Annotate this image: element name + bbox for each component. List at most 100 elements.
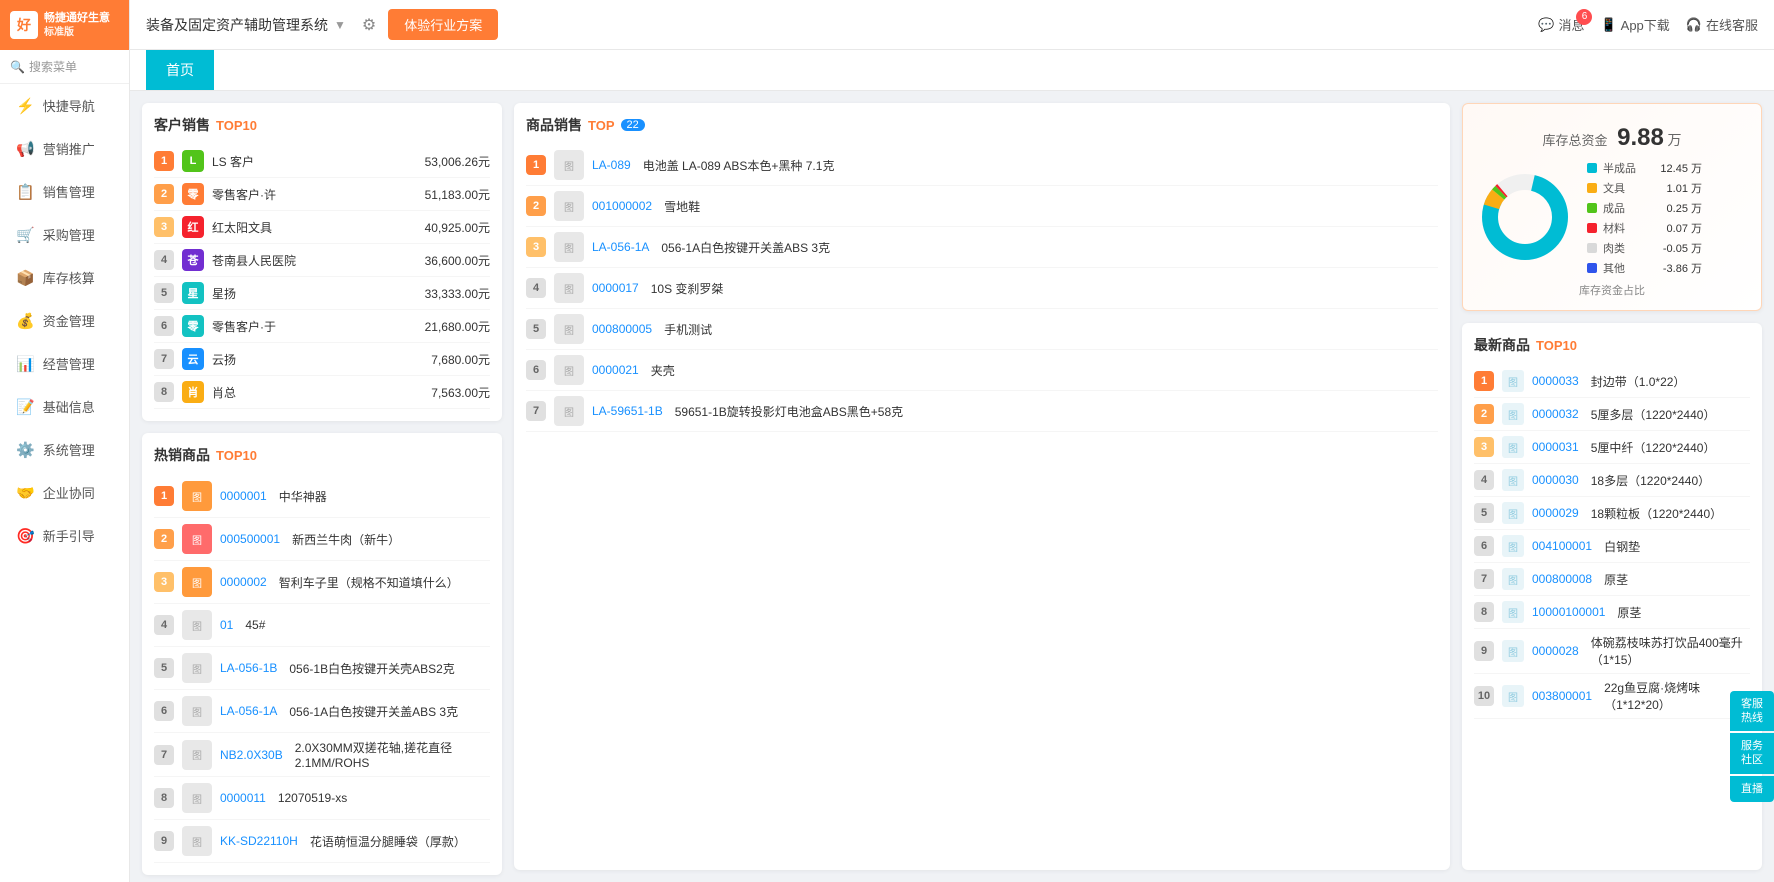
product-name: 智利车子里（规格不知道填什么） [279,574,490,591]
customer-amount: 21,680.00元 [425,318,490,335]
online-service-button[interactable]: 🎧 在线客服 [1686,15,1758,34]
page-tabs: 首页 [130,50,1774,91]
rank-badge: 3 [154,572,174,592]
rank-badge: 4 [526,278,546,298]
rank-badge: 1 [154,486,174,506]
sidebar-item-inventory[interactable]: 📦 库存核算 [0,256,129,299]
sidebar-item-basic-info[interactable]: 📝 基础信息 [0,385,129,428]
legend-item: 其他 -3.86 万 [1587,260,1702,276]
rank-badge: 8 [154,382,174,402]
hot-products-title: 热销商品 TOP10 [154,445,490,465]
logo-text: 畅捷通好生意 标准版 [44,11,110,38]
topbar-right: 💬 消息 6 📱 App下载 🎧 在线客服 [1538,15,1758,34]
settings-icon[interactable]: ⚙ [362,15,376,35]
list-item: 1 图 LA-089 电池盖 LA-089 ABS本色+黑种 7.1克 [526,145,1438,186]
list-item: 10 图 003800001 22g鱼豆腐·烧烤味（1*12*20） [1474,674,1750,719]
rank-badge: 7 [526,401,546,421]
product-code: 0000030 [1532,473,1579,487]
rank-badge: 9 [1474,641,1494,661]
live-broadcast-button[interactable]: 直播 [1730,776,1774,802]
customer-service-button[interactable]: 客服热线 [1730,691,1774,732]
headset-icon: 🎧 [1686,17,1702,33]
list-item: 7 图 000800008 原茎 [1474,563,1750,596]
list-item: 2 图 000500001 新西兰牛肉（新牛） [154,518,490,561]
sidebar-item-finance[interactable]: 💰 资金管理 [0,299,129,342]
finance-icon: 💰 [16,312,35,330]
product-code: LA-59651-1B [592,404,663,418]
product-image: 图 [182,524,212,554]
product-name: 18颗粒板（1220*2440） [1591,505,1750,522]
customer-name: 零售客户·于 [212,318,417,335]
sidebar-item-operations[interactable]: 📊 经营管理 [0,342,129,385]
product-name: 中华神器 [279,488,490,505]
customer-amount: 40,925.00元 [425,219,490,236]
product-placeholder: 图 [182,610,212,640]
sidebar-item-enterprise[interactable]: 🤝 企业协同 [0,471,129,514]
rank-badge: 3 [154,217,174,237]
sidebar-item-system[interactable]: ⚙️ 系统管理 [0,428,129,471]
product-code: 0000028 [1532,644,1579,658]
avatar: 零 [182,315,204,337]
product-placeholder: 图 [1502,568,1524,590]
customer-ranking-table: 1 L LS 客户 53,006.26元 2 零 零售客户·许 51,183.0… [154,145,490,409]
sidebar-item-marketing[interactable]: 📢 营销推广 [0,127,129,170]
avatar: 零 [182,183,204,205]
legend-dot [1587,203,1597,213]
trial-button[interactable]: 体验行业方案 [388,9,498,40]
product-name: 电池盖 LA-089 ABS本色+黑种 7.1克 [643,157,1438,174]
product-placeholder: 图 [554,150,584,180]
list-item: 4 图 0000030 18多层（1220*2440） [1474,464,1750,497]
product-code: 0000001 [220,489,267,503]
customer-name: 云扬 [212,351,423,368]
product-name: 056-1A白色按键开关盖ABS 3克 [661,239,1438,256]
most-sold-count: 22 [621,119,645,131]
product-name: 原茎 [1617,604,1750,621]
list-item: 6 图 004100001 白钢垫 [1474,530,1750,563]
product-name: 原茎 [1604,571,1750,588]
product-name: 5厘多层（1220*2440） [1591,406,1750,423]
sidebar: 好 畅捷通好生意 标准版 🔍 搜索菜单 ⚡ 快捷导航 📢 营销推广 📋 销售管理… [0,0,130,882]
donut-chart [1475,167,1575,270]
product-placeholder: 图 [554,273,584,303]
phone-icon: 📱 [1600,17,1616,33]
hot-products-list: 1 图 0000001 中华神器 2 图 000500001 新西兰牛肉（新 [154,475,490,863]
rank-badge: 6 [526,360,546,380]
topbar: 装备及固定资产辅助管理系统 ▼ ⚙ 体验行业方案 💬 消息 6 📱 App下载 … [130,0,1774,50]
rank-badge: 4 [154,250,174,270]
legend-dot [1587,223,1597,233]
sidebar-search[interactable]: 🔍 搜索菜单 [0,50,129,84]
message-button[interactable]: 💬 消息 6 [1538,15,1584,34]
list-item: 9 图 KK-SD22110H 花语萌恒温分腿睡袋（厚款） [154,820,490,863]
product-name: 5厘中纤（1220*2440） [1591,439,1750,456]
product-name: 白钢垫 [1604,538,1750,555]
rank-badge: 1 [154,151,174,171]
sidebar-item-quick-nav[interactable]: ⚡ 快捷导航 [0,84,129,127]
legend-item: 肉类 -0.05 万 [1587,240,1702,256]
sidebar-item-guide[interactable]: 🎯 新手引导 [0,514,129,557]
legend-dot [1587,183,1597,193]
customer-amount: 33,333.00元 [425,285,490,302]
product-code: LA-056-1B [220,661,277,675]
product-code: 10000100001 [1532,605,1605,619]
logo-icon: 好 [10,11,38,39]
product-placeholder: 图 [182,696,212,726]
sales-icon: 📋 [16,183,35,201]
product-placeholder: 图 [182,783,212,813]
customer-name: 肖总 [212,384,423,401]
purchase-icon: 🛒 [16,226,35,244]
tab-home[interactable]: 首页 [146,50,214,90]
product-code: 003800001 [1532,689,1592,703]
list-item: 9 图 0000028 体碗荔枝味苏打饮品400毫升（1*15） [1474,629,1750,674]
sidebar-item-purchase[interactable]: 🛒 采购管理 [0,213,129,256]
sidebar-logo: 好 畅捷通好生意 标准版 [0,0,129,50]
sidebar-item-sales[interactable]: 📋 销售管理 [0,170,129,213]
most-sold-title: 商品销售 TOP 22 [526,115,1438,135]
product-image: 图 [182,567,212,597]
rank-badge: 1 [1474,371,1494,391]
app-download-button[interactable]: 📱 App下载 [1600,15,1669,34]
product-image: 图 [182,481,212,511]
table-row: 1 L LS 客户 53,006.26元 [154,145,490,178]
service-community-button[interactable]: 服务社区 [1730,733,1774,774]
customer-name: 星扬 [212,285,417,302]
list-item: 8 图 0000011 12070519-xs [154,777,490,820]
